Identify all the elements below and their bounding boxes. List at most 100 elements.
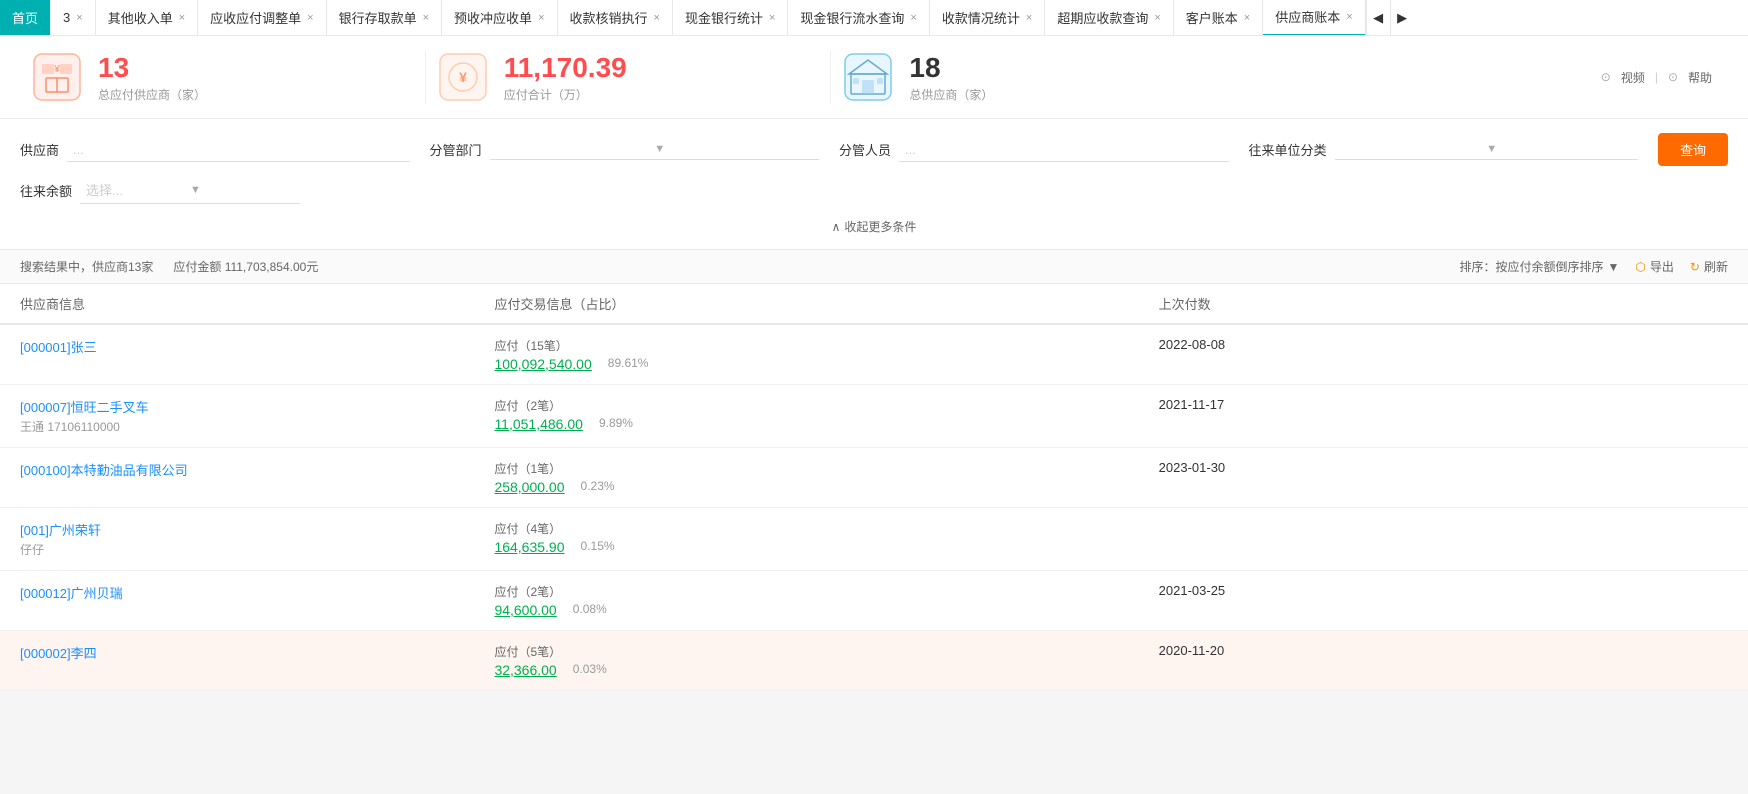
result-info: 搜索结果中，供应商13家 应付金额 111,703,854.00元	[20, 258, 318, 275]
supplier-filter: 供应商	[20, 138, 410, 162]
refresh-button[interactable]: ↻ 刷新	[1690, 258, 1728, 275]
card1-content: 13 总应付供应商（家）	[98, 51, 206, 104]
close-icon[interactable]: ×	[76, 12, 82, 24]
sort-selector[interactable]: 排序：按应付余额倒序排序 ▼	[1460, 258, 1620, 275]
top-navigation: 首页 3 × 其他收入单 × 应收应付调整单 × 银行存取款单 × 预收冲应收单…	[0, 0, 1748, 36]
last-pay-date: 2020-11-20	[1159, 643, 1225, 658]
supplier-link[interactable]: [000001]张三	[20, 340, 97, 355]
trans-amount[interactable]: 11,051,486.00	[494, 416, 583, 432]
trans-label: 应付（1笔）	[494, 460, 1158, 477]
supplier-input[interactable]	[67, 138, 409, 162]
nav-tab-overdue-query[interactable]: 超期应收款查询 ×	[1045, 0, 1173, 36]
query-button[interactable]: 查询	[1658, 133, 1728, 166]
nav-tab-home[interactable]: 首页	[0, 0, 51, 36]
trans-pct: 0.03%	[573, 662, 607, 676]
last-pay-date: 2022-08-08	[1159, 337, 1226, 352]
export-button[interactable]: ⬡ 导出	[1635, 258, 1674, 275]
supplier-link[interactable]: [000100]本特勤油品有限公司	[20, 463, 188, 478]
supplier-sub: 仔仔	[20, 541, 494, 558]
trans-label: 应付（5笔）	[494, 643, 1158, 660]
table-row: [000100]本特勤油品有限公司 应付（1笔） 258,000.00 0.23…	[0, 448, 1748, 508]
nav-tab-bank-deposit-label: 银行存取款单	[339, 8, 417, 27]
last-pay-cell: 2020-11-20	[1159, 643, 1539, 658]
supplier-link[interactable]: [000012]广州贝瑞	[20, 586, 123, 601]
collapse-bar[interactable]: ∧ 收起更多条件	[20, 214, 1728, 239]
balance-select-placeholder: 选择...	[86, 180, 190, 199]
nav-tab-advance-check[interactable]: 预收冲应收单 ×	[442, 0, 557, 36]
last-pay-cell: 2021-11-17	[1159, 397, 1539, 412]
supplier-link[interactable]: [000007]恒旺二手叉车	[20, 400, 149, 415]
nav-tab-home-label: 首页	[12, 8, 38, 27]
close-icon[interactable]: ×	[538, 12, 544, 24]
close-icon[interactable]: ×	[179, 12, 185, 24]
nav-tab-other-income[interactable]: 其他收入单 ×	[96, 0, 198, 36]
supplier-link[interactable]: [000002]李四	[20, 646, 97, 661]
dept-filter: 分管部门 ▼	[430, 139, 820, 160]
chevron-down-icon: ▼	[654, 143, 813, 155]
trans-label: 应付（2笔）	[494, 583, 1158, 600]
trans-amount[interactable]: 94,600.00	[494, 602, 556, 618]
close-icon[interactable]: ×	[1346, 11, 1352, 23]
trans-amount[interactable]: 32,366.00	[494, 662, 556, 678]
dept-select[interactable]: ▼	[490, 139, 819, 160]
trans-amount[interactable]: 258,000.00	[494, 479, 564, 495]
person-input[interactable]	[899, 138, 1228, 162]
card2-label: 应付合计（万）	[504, 86, 627, 103]
nav-tab-cash-bank-stat-label: 现金银行统计	[685, 8, 763, 27]
supplier-icon: ¥	[30, 50, 84, 104]
nav-arrow-left[interactable]: ◀	[1366, 0, 1390, 36]
help-circle-icon: ⊙	[1668, 70, 1678, 84]
chevron-down-icon: ▼	[190, 184, 294, 196]
nav-tab-ap-adjust[interactable]: 应收应付调整单 ×	[198, 0, 326, 36]
nav-tab-supplier-account[interactable]: 供应商账本 ×	[1263, 0, 1365, 36]
supplier-info-cell: [000001]张三	[20, 337, 494, 356]
filter-area: 供应商 分管部门 ▼ 分管人员 往来单位分类 ▼ 查询 往来余额 选择	[0, 119, 1748, 250]
nav-tab-bank-deposit[interactable]: 银行存取款单 ×	[327, 0, 442, 36]
close-icon[interactable]: ×	[769, 12, 775, 24]
nav-tab-cash-flow[interactable]: 现金银行流水查询 ×	[788, 0, 929, 36]
nav-tab-3-label: 3	[63, 10, 70, 25]
nav-tab-cash-bank-stat[interactable]: 现金银行统计 ×	[673, 0, 788, 36]
balance-filter: 往来余额 选择... ▼	[20, 176, 300, 204]
trans-label: 应付（4笔）	[494, 520, 1158, 537]
balance-select[interactable]: 选择... ▼	[80, 176, 300, 204]
help-label[interactable]: 帮助	[1688, 69, 1712, 86]
table-row: [000002]李四 应付（5笔） 32,366.00 0.03% 2020-1…	[0, 631, 1748, 691]
nav-tab-other-income-label: 其他收入单	[108, 8, 173, 27]
col-header-extra	[1538, 294, 1728, 313]
close-icon[interactable]: ×	[1154, 12, 1160, 24]
close-icon[interactable]: ×	[1244, 12, 1250, 24]
nav-tab-customer-account[interactable]: 客户账本 ×	[1174, 0, 1263, 36]
trans-pct: 0.08%	[573, 602, 607, 616]
nav-tab-receipt-verify[interactable]: 收款核销执行 ×	[558, 0, 673, 36]
col-header-last-pay: 上次付数	[1159, 294, 1539, 313]
category-filter: 往来单位分类 ▼	[1249, 139, 1639, 160]
card1-label: 总应付供应商（家）	[98, 86, 206, 103]
svg-text:¥: ¥	[459, 69, 467, 85]
nav-arrow-right[interactable]: ▶	[1390, 0, 1414, 36]
trans-label: 应付（15笔）	[494, 337, 1158, 354]
nav-tab-collection-stat[interactable]: 收款情况统计 ×	[930, 0, 1045, 36]
person-filter-label: 分管人员	[839, 140, 891, 159]
help-area: ⊙ 视频 | ⊙ 帮助	[1601, 69, 1728, 86]
transaction-cell: 应付（1笔） 258,000.00 0.23%	[494, 460, 1158, 495]
close-icon[interactable]: ×	[307, 12, 313, 24]
close-icon[interactable]: ×	[654, 12, 660, 24]
nav-tab-collection-stat-label: 收款情况统计	[942, 8, 1020, 27]
supplier-link[interactable]: [001]广州荣轩	[20, 523, 101, 538]
close-icon[interactable]: ×	[1026, 12, 1032, 24]
trans-pct: 9.89%	[599, 416, 633, 430]
category-filter-label: 往来单位分类	[1249, 140, 1327, 159]
export-label: 导出	[1650, 258, 1674, 275]
category-select[interactable]: ▼	[1335, 139, 1638, 160]
close-icon[interactable]: ×	[423, 12, 429, 24]
nav-tab-3[interactable]: 3 ×	[51, 0, 96, 36]
summary-card-total-suppliers: 18 总供应商（家）	[831, 50, 1236, 104]
trans-amount[interactable]: 100,092,540.00	[494, 356, 591, 372]
video-circle-icon: ⊙	[1601, 70, 1611, 84]
video-label[interactable]: 视频	[1621, 69, 1645, 86]
trans-amount[interactable]: 164,635.90	[494, 539, 564, 555]
chevron-down-icon: ▼	[1486, 143, 1632, 155]
close-icon[interactable]: ×	[910, 12, 916, 24]
summary-card-suppliers: ¥ 13 总应付供应商（家）	[20, 50, 426, 104]
